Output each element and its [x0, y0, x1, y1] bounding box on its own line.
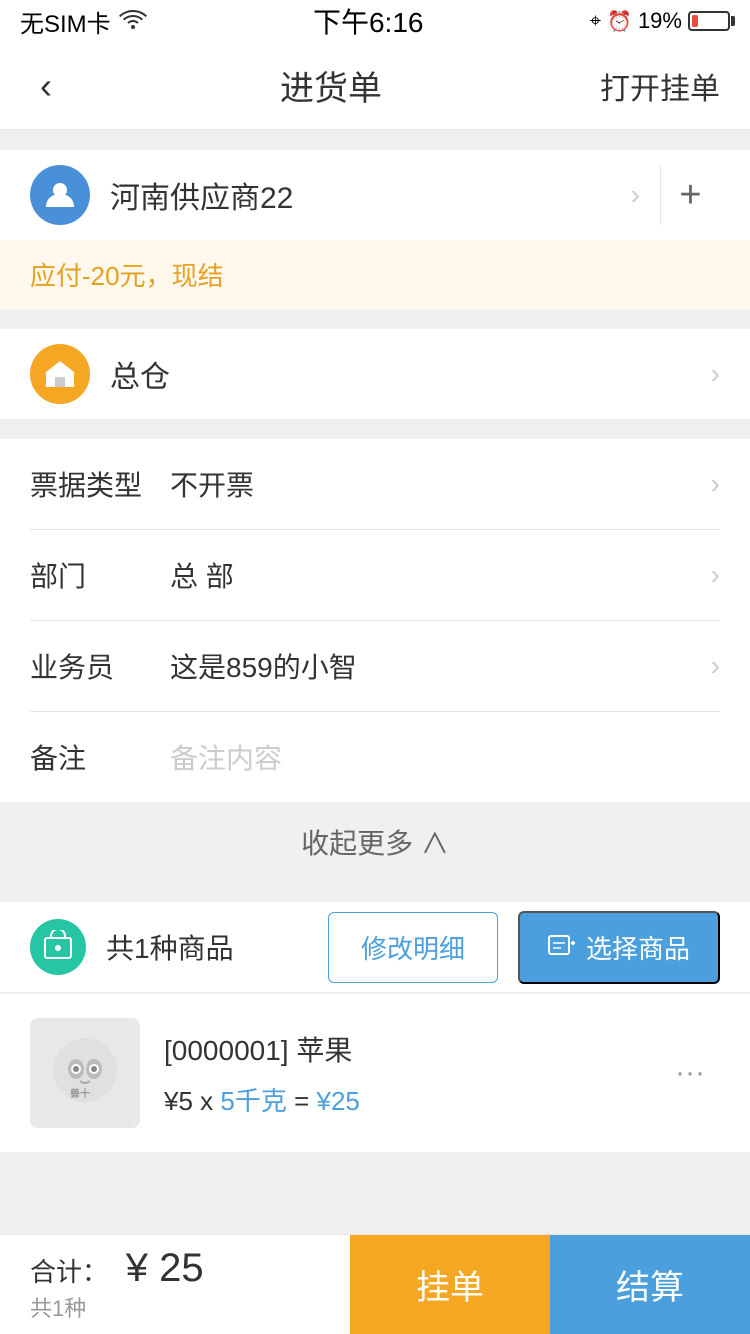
- settle-button[interactable]: 结算: [550, 1235, 750, 1334]
- warehouse-section: 总仓 ›: [0, 329, 750, 419]
- chevron-right-icon: ›: [631, 179, 640, 211]
- products-header: 共1种商品 修改明细 选择商品: [0, 902, 750, 992]
- salesman-chevron: ›: [711, 650, 720, 682]
- multiply-sign: x: [200, 1086, 220, 1116]
- product-item: 兽十 [0000001] 苹果 ¥5 x 5千克 = ¥25 ···: [0, 994, 750, 1152]
- supplier-avatar: [30, 165, 90, 225]
- supplier-row[interactable]: 河南供应商22 › +: [0, 150, 750, 240]
- nav-bar: ‹ 进货单 打开挂单: [0, 42, 750, 130]
- wifi-icon: [119, 7, 147, 36]
- no-sim-text: 无SIM卡: [20, 4, 111, 39]
- footer-total-area: 合计： ¥ 25 共1种: [0, 1246, 350, 1323]
- invoice-type-value: 不开票: [170, 464, 711, 504]
- total-amount: ¥ 25: [126, 1246, 204, 1290]
- status-time: 下午6:16: [313, 1, 424, 41]
- products-section: 共1种商品 修改明细 选择商品: [0, 902, 750, 992]
- add-supplier-button[interactable]: +: [660, 165, 720, 225]
- supplier-name: 河南供应商22: [110, 173, 631, 217]
- remark-row[interactable]: 备注 备注内容: [0, 712, 750, 802]
- department-row[interactable]: 部门 总 部 ›: [0, 530, 750, 620]
- open-hang-button[interactable]: 打开挂单: [600, 64, 720, 108]
- product-quantity: 5千克: [220, 1086, 286, 1116]
- form-section: 票据类型 不开票 › 部门 总 部 › 业务员 这是859的小智 › 备注 备注…: [0, 439, 750, 802]
- total-label: 合计：: [30, 1257, 108, 1287]
- owl-logo: 兽十: [50, 1035, 120, 1112]
- product-more-button[interactable]: ···: [660, 1053, 720, 1093]
- battery-icon: [688, 11, 730, 31]
- products-icon: [30, 919, 86, 975]
- product-total: ¥25: [317, 1086, 360, 1116]
- status-bar: 无SIM卡 下午6:16 ⌖ ⏰ 19%: [0, 0, 750, 42]
- collapse-label: 收起更多 ∧: [301, 822, 449, 862]
- remark-label: 备注: [30, 737, 170, 777]
- invoice-chevron: ›: [711, 468, 720, 500]
- svg-text:兽十: 兽十: [70, 1087, 90, 1100]
- battery-percent: 19%: [638, 8, 682, 34]
- product-thumbnail: 兽十: [30, 1018, 140, 1128]
- edit-detail-button[interactable]: 修改明细: [328, 912, 498, 983]
- product-title: 苹果: [296, 1035, 352, 1066]
- invoice-type-row[interactable]: 票据类型 不开票 ›: [0, 439, 750, 529]
- warehouse-chevron: ›: [711, 358, 720, 390]
- warehouse-name: 总仓: [110, 352, 711, 396]
- page-title: 进货单: [280, 61, 382, 110]
- divider-3: [0, 419, 750, 439]
- warehouse-icon: [30, 344, 90, 404]
- footer-count: 共1种: [30, 1291, 320, 1323]
- product-code: [0000001]: [164, 1035, 289, 1066]
- products-count: 共1种商品: [106, 927, 328, 967]
- divider-4: [0, 882, 750, 902]
- product-unit-price: ¥5: [164, 1086, 193, 1116]
- footer: 合计： ¥ 25 共1种 挂单 结算: [0, 1234, 750, 1334]
- salesman-label: 业务员: [30, 646, 170, 686]
- location-icon: ⌖: [590, 10, 601, 33]
- department-value: 总 部: [170, 555, 711, 595]
- divider-1: [0, 130, 750, 150]
- status-network: 无SIM卡: [20, 4, 147, 39]
- product-name: [0000001] 苹果: [164, 1029, 660, 1069]
- salesman-row[interactable]: 业务员 这是859的小智 ›: [0, 621, 750, 711]
- alarm-icon: ⏰: [607, 9, 632, 34]
- hang-button[interactable]: 挂单: [350, 1235, 550, 1334]
- status-icons: ⌖ ⏰ 19%: [590, 8, 730, 34]
- select-product-label: 选择商品: [586, 929, 690, 966]
- equals-sign: =: [294, 1086, 316, 1116]
- product-price: ¥5 x 5千克 = ¥25: [164, 1081, 660, 1118]
- department-label: 部门: [30, 555, 170, 595]
- select-product-button[interactable]: 选择商品: [518, 911, 720, 984]
- invoice-type-label: 票据类型: [30, 464, 170, 504]
- department-chevron: ›: [711, 559, 720, 591]
- back-button[interactable]: ‹: [30, 55, 62, 117]
- salesman-value: 这是859的小智: [170, 646, 711, 686]
- collapse-row[interactable]: 收起更多 ∧: [0, 802, 750, 882]
- hang-label: 挂单: [416, 1260, 484, 1309]
- remark-input[interactable]: 备注内容: [170, 737, 720, 777]
- divider-2: [0, 309, 750, 329]
- supplier-section: 河南供应商22 › + 应付-20元，现结: [0, 150, 750, 309]
- settle-label: 结算: [616, 1260, 684, 1309]
- supplier-notice: 应付-20元，现结: [0, 240, 750, 309]
- product-info: [0000001] 苹果 ¥5 x 5千克 = ¥25: [164, 1029, 660, 1118]
- warehouse-row[interactable]: 总仓 ›: [0, 329, 750, 419]
